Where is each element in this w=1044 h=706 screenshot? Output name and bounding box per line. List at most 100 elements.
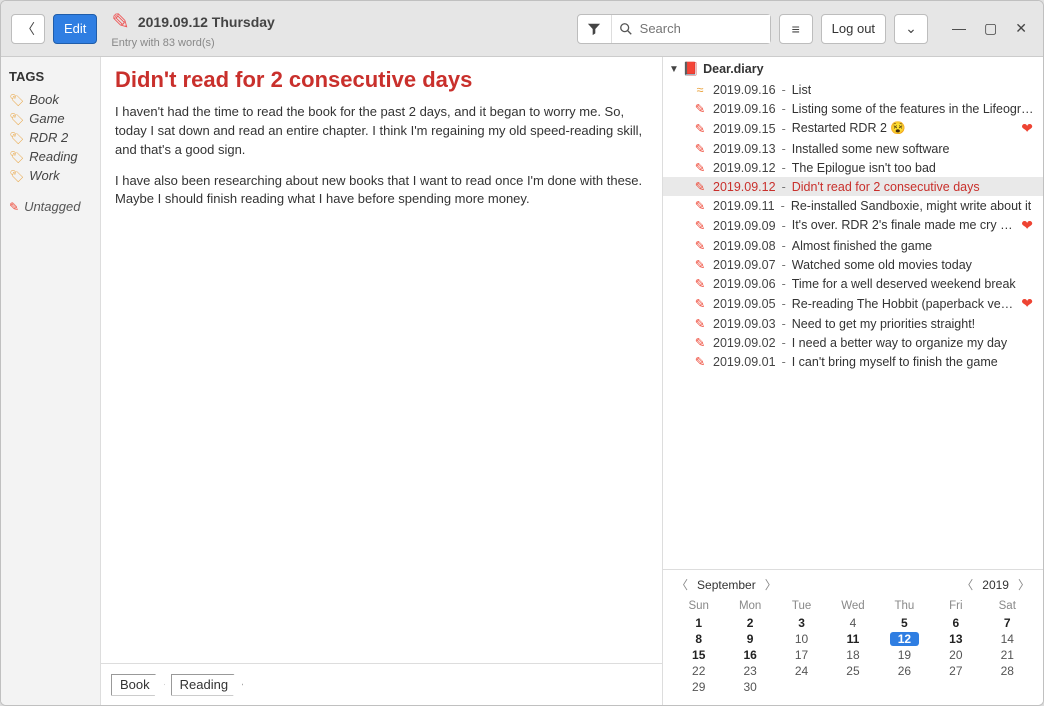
entry-row[interactable]: ✎2019.09.05-Re-reading The Hobbit (paper… bbox=[663, 293, 1043, 314]
entry-row[interactable]: ✎2019.09.15-Restarted RDR 2 😵❤ bbox=[663, 118, 1043, 139]
calendar-grid: SunMonTueWedThuFriSat 123456789101112131… bbox=[673, 597, 1033, 695]
calendar-day bbox=[982, 679, 1033, 695]
calendar-day[interactable]: 20 bbox=[930, 647, 981, 663]
window-minimize-button[interactable]: — bbox=[952, 20, 966, 37]
tag-item[interactable]: 🏷Game bbox=[7, 109, 94, 128]
entry-date: 2019.09.06 bbox=[713, 277, 776, 291]
untagged-item[interactable]: ✎ Untagged bbox=[7, 197, 94, 216]
tag-item[interactable]: 🏷RDR 2 bbox=[7, 128, 94, 147]
calendar-day[interactable]: 14 bbox=[982, 631, 1033, 647]
entry-row[interactable]: ≈2019.09.16-List bbox=[663, 81, 1043, 99]
entry-row[interactable]: ✎2019.09.02-I need a better way to organ… bbox=[663, 333, 1043, 352]
calendar-day[interactable]: 21 bbox=[982, 647, 1033, 663]
pencil-icon: ✎ bbox=[693, 276, 707, 291]
entry-row[interactable]: ✎2019.09.12-Didn't read for 2 consecutiv… bbox=[663, 177, 1043, 196]
entry-row[interactable]: ✎2019.09.16-Listing some of the features… bbox=[663, 99, 1043, 118]
calendar-dow: Wed bbox=[827, 597, 878, 615]
edit-button[interactable]: Edit bbox=[53, 14, 97, 44]
entry-row[interactable]: ✎2019.09.08-Almost finished the game bbox=[663, 236, 1043, 255]
tag-label: Work bbox=[29, 168, 59, 183]
tags-heading: TAGS bbox=[9, 69, 94, 84]
calendar-day[interactable]: 27 bbox=[930, 663, 981, 679]
funnel-icon bbox=[587, 22, 601, 36]
calendar-day[interactable]: 15 bbox=[673, 647, 724, 663]
entry-tag-chip[interactable]: Reading bbox=[171, 674, 243, 696]
calendar-day[interactable]: 24 bbox=[776, 663, 827, 679]
window-close-button[interactable]: ✕ bbox=[1015, 20, 1027, 37]
calendar-day[interactable]: 16 bbox=[724, 647, 775, 663]
entry-list-title: Didn't read for 2 consecutive days bbox=[792, 180, 980, 194]
entry-tag-bar: Book Reading bbox=[101, 663, 662, 705]
tag-item[interactable]: 🏷Work bbox=[7, 166, 94, 185]
entry-body[interactable]: Didn't read for 2 consecutive days I hav… bbox=[101, 57, 662, 663]
calendar-day[interactable]: 1 bbox=[673, 615, 724, 631]
calendar-day[interactable]: 12 bbox=[879, 631, 930, 647]
diary-root[interactable]: ▼ 📕 Dear.diary bbox=[663, 57, 1043, 81]
entry-paragraph-2: I have also been researching about new b… bbox=[115, 172, 648, 210]
entry-row[interactable]: ✎2019.09.03-Need to get my priorities st… bbox=[663, 314, 1043, 333]
tags-sidebar: TAGS 🏷Book🏷Game🏷RDR 2🏷Reading🏷Work ✎ Unt… bbox=[1, 57, 101, 705]
entry-row[interactable]: ✎2019.09.07-Watched some old movies toda… bbox=[663, 255, 1043, 274]
calendar-day[interactable]: 17 bbox=[776, 647, 827, 663]
calendar-day[interactable]: 22 bbox=[673, 663, 724, 679]
entry-paragraph-1: I haven't had the time to read the book … bbox=[115, 103, 648, 160]
calendar-day[interactable]: 4 bbox=[827, 615, 878, 631]
entry-date: 2019.09.15 bbox=[713, 122, 776, 136]
year-prev-button[interactable]: 〈 bbox=[958, 576, 976, 593]
calendar-day[interactable]: 5 bbox=[879, 615, 930, 631]
entry-row[interactable]: ✎2019.09.11-Re-installed Sandboxie, migh… bbox=[663, 196, 1043, 215]
calendar-day[interactable]: 3 bbox=[776, 615, 827, 631]
editor-column: Didn't read for 2 consecutive days I hav… bbox=[101, 57, 663, 705]
entry-row[interactable]: ✎2019.09.09-It's over. RDR 2's finale ma… bbox=[663, 215, 1043, 236]
calendar-day[interactable]: 2 bbox=[724, 615, 775, 631]
year-next-button[interactable]: 〉 bbox=[1015, 576, 1033, 593]
entry-row[interactable]: ✎2019.09.01-I can't bring myself to fini… bbox=[663, 352, 1043, 371]
calendar-day[interactable]: 8 bbox=[673, 631, 724, 647]
tag-item[interactable]: 🏷Reading bbox=[7, 147, 94, 166]
calendar-day[interactable]: 6 bbox=[930, 615, 981, 631]
tag-label: Book bbox=[29, 92, 59, 107]
pencil-icon: ✎ bbox=[693, 354, 707, 369]
window-maximize-button[interactable]: ▢ bbox=[984, 20, 997, 37]
calendar-day[interactable]: 10 bbox=[776, 631, 827, 647]
app-window: 〈 Edit ✎ 2019.09.12 Thursday Entry with … bbox=[0, 0, 1044, 706]
entry-date: 2019.09.11 bbox=[713, 199, 775, 213]
calendar: 〈 September 〉 〈 2019 〉 SunMonTueWedThuFr… bbox=[663, 569, 1043, 705]
calendar-day[interactable]: 29 bbox=[673, 679, 724, 695]
tag-item[interactable]: 🏷Book bbox=[7, 90, 94, 109]
month-next-button[interactable]: 〉 bbox=[762, 576, 780, 593]
entry-row[interactable]: ✎2019.09.13-Installed some new software bbox=[663, 139, 1043, 158]
calendar-day[interactable]: 19 bbox=[879, 647, 930, 663]
filter-button[interactable] bbox=[578, 15, 612, 43]
tag-label: Reading bbox=[29, 149, 77, 164]
calendar-day[interactable]: 18 bbox=[827, 647, 878, 663]
entry-row[interactable]: ✎2019.09.06-Time for a well deserved wee… bbox=[663, 274, 1043, 293]
entry-date: 2019.09.08 bbox=[713, 239, 776, 253]
calendar-day[interactable]: 11 bbox=[827, 631, 878, 647]
entry-date: 2019.09.12 bbox=[713, 161, 776, 175]
entry-tag-chip[interactable]: Book bbox=[111, 674, 165, 696]
calendar-day[interactable]: 25 bbox=[827, 663, 878, 679]
logout-menu-button[interactable]: ⌄ bbox=[894, 14, 928, 44]
back-button[interactable]: 〈 bbox=[11, 14, 45, 44]
search-input[interactable] bbox=[640, 15, 770, 43]
calendar-day[interactable]: 9 bbox=[724, 631, 775, 647]
chevron-down-icon: ⌄ bbox=[905, 20, 917, 37]
calendar-day[interactable]: 26 bbox=[879, 663, 930, 679]
hamburger-menu-button[interactable]: ≡ bbox=[779, 14, 813, 44]
calendar-dow: Tue bbox=[776, 597, 827, 615]
calendar-day[interactable]: 13 bbox=[930, 631, 981, 647]
entry-date: 2019.09.13 bbox=[713, 142, 776, 156]
entry-list-title: List bbox=[792, 83, 811, 97]
entry-row[interactable]: ✎2019.09.12-The Epilogue isn't too bad bbox=[663, 158, 1043, 177]
calendar-day[interactable]: 23 bbox=[724, 663, 775, 679]
calendar-day[interactable]: 28 bbox=[982, 663, 1033, 679]
chevron-left-icon: 〈 bbox=[21, 19, 35, 39]
entry-date: 2019.09.16 bbox=[713, 102, 776, 116]
month-prev-button[interactable]: 〈 bbox=[673, 576, 691, 593]
calendar-day[interactable]: 7 bbox=[982, 615, 1033, 631]
calendar-day[interactable]: 30 bbox=[724, 679, 775, 695]
logout-button[interactable]: Log out bbox=[821, 14, 886, 44]
entry-list-title: Re-reading The Hobbit (paperback version… bbox=[792, 297, 1016, 311]
right-column: ▼ 📕 Dear.diary ≈2019.09.16-List✎2019.09.… bbox=[663, 57, 1043, 705]
